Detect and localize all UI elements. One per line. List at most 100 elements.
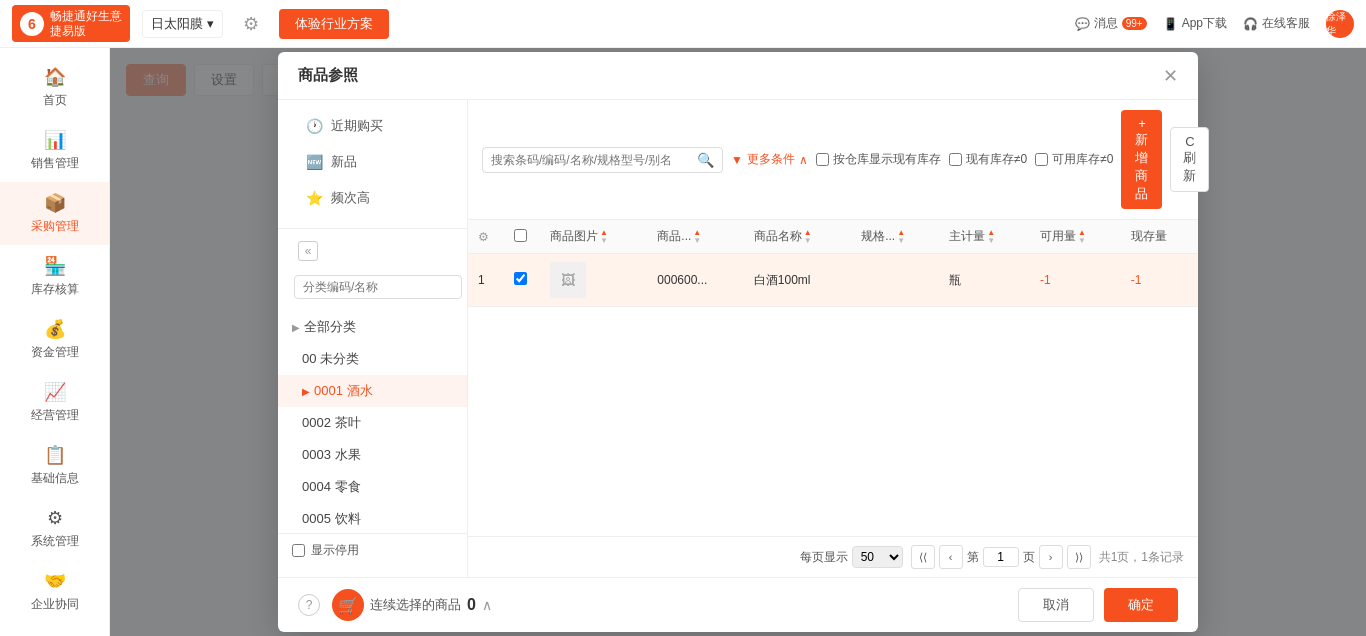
product-search-input[interactable] [491,153,691,167]
cta-button[interactable]: 体验行业方案 [279,9,389,39]
row-index: 1 [468,254,504,307]
modal-search-bar: 🔍 ▼ 更多条件 ∧ 按仓库显示现有库存 [468,100,1198,220]
table-row[interactable]: 1 🖼 000600... 白酒100ml [468,254,1198,307]
sort-img[interactable]: 商品图片 ▲▼ [550,228,608,245]
chevron-up-icon: ∧ [799,153,808,167]
cat-fruit[interactable]: 0003 水果 [278,439,467,471]
company-dropdown[interactable]: 日太阳膜 ▾ [142,10,223,38]
sales-icon: 📊 [44,129,66,151]
main-layout: 🏠 首页 📊 销售管理 📦 采购管理 🏪 库存核算 💰 资金管理 📈 经营管理 … [0,48,1366,636]
modal-close-button[interactable]: ✕ [1163,67,1178,85]
current-stock-checkbox[interactable] [949,153,962,166]
home-icon: 🏠 [44,66,66,88]
refresh-button[interactable]: C 刷新 [1170,127,1209,192]
sort-unit[interactable]: 主计量 ▲▼ [949,228,995,245]
cancel-button[interactable]: 取消 [1018,588,1094,622]
warehouse-stock-checkbox[interactable] [816,153,829,166]
sort-available[interactable]: 可用量 ▲▼ [1040,228,1086,245]
app-download-button[interactable]: 📱 App下载 [1163,15,1227,32]
sidebar-item-cooperation[interactable]: 🤝 企业协同 [0,560,109,623]
sidebar-item-basic-info[interactable]: 📋 基础信息 [0,434,109,497]
logo-icon: 6 [20,12,44,36]
new-products-nav[interactable]: 🆕 新品 [294,146,451,178]
next-page-btn[interactable]: › [1039,545,1063,569]
basic-icon: 📋 [44,444,66,466]
cat-drink[interactable]: 0005 饮料 [278,503,467,533]
sidebar-item-inventory[interactable]: 🏪 库存核算 [0,245,109,308]
show-disabled-section: 显示停用 [278,533,467,567]
collapse-panel-btn[interactable]: « [298,241,318,261]
select-all-checkbox[interactable] [514,229,527,242]
page-size-dropdown[interactable]: 50 20 100 [852,546,903,568]
footer-collapse-btn[interactable]: ∧ [482,597,492,613]
sidebar-item-home[interactable]: 🏠 首页 [0,56,109,119]
row-checkbox[interactable] [514,272,527,285]
product-stock: -1 [1121,254,1198,307]
add-product-button[interactable]: + 新增商品 [1121,110,1162,209]
modal-title: 商品参照 [298,66,358,85]
modal-pagination: 每页显示 50 20 100 ⟨⟨ ‹ 第 [468,536,1198,577]
more-filter-button[interactable]: ▼ 更多条件 ∧ [731,151,808,168]
product-name: 白酒100ml [744,254,851,307]
settings-icon[interactable]: ⚙ [235,8,267,40]
sort-code[interactable]: 商品... ▲▼ [657,228,701,245]
new-icon: 🆕 [306,154,323,170]
sort-spec[interactable]: 规格... ▲▼ [861,228,905,245]
col-img: 商品图片 ▲▼ [540,220,647,254]
cat-snack[interactable]: 0004 零食 [278,471,467,503]
recent-purchase-nav[interactable]: 🕐 近期购买 [294,110,451,142]
warehouse-stock-filter: 按仓库显示现有库存 [816,151,941,168]
messages-button[interactable]: 💬 消息 99+ [1075,15,1147,32]
frequent-nav[interactable]: ⭐ 频次高 [294,182,451,214]
table-settings-icon[interactable]: ⚙ [478,230,489,244]
page-number-input[interactable]: 1 [983,547,1019,567]
help-button[interactable]: ? [298,594,320,616]
sidebar-item-finance[interactable]: 💰 资金管理 [0,308,109,371]
sidebar-item-purchase[interactable]: 📦 采购管理 [0,182,109,245]
confirm-button[interactable]: 确定 [1104,588,1178,622]
show-disabled-label[interactable]: 显示停用 [311,542,359,559]
sort-arrows-img: ▲▼ [600,229,608,245]
logo[interactable]: 6 畅捷通好生意 捷易版 [12,5,130,42]
cat-uncategorized[interactable]: 00 未分类 [278,343,467,375]
prev-page-btn[interactable]: ‹ [939,545,963,569]
phone-icon: 📱 [1163,17,1178,31]
sort-name[interactable]: 商品名称 ▲▼ [754,228,812,245]
cat-all[interactable]: ▶ 全部分类 [278,311,467,343]
search-input-wrap: 🔍 [482,147,723,173]
coop-icon: 🤝 [44,570,66,592]
last-page-btn[interactable]: ⟩⟩ [1067,545,1091,569]
cart-section: 🛒 连续选择的商品 0 ∧ [332,589,492,621]
current-stock-filter: 现有库存≠0 [949,151,1027,168]
col-spec: 规格... ▲▼ [851,220,939,254]
navbar: 6 畅捷通好生意 捷易版 日太阳膜 ▾ ⚙ 体验行业方案 💬 消息 99+ 📱 … [0,0,1366,48]
image-placeholder-icon: 🖼 [561,272,575,288]
cat-arrow-all: ▶ [292,322,300,333]
online-service-button[interactable]: 🎧 在线客服 [1243,15,1310,32]
show-disabled-checkbox[interactable] [292,544,305,557]
user-menu[interactable]: 徐泽华 [1326,10,1354,38]
quick-nav: 🕐 近期购买 🆕 新品 ⭐ 频次高 [278,110,467,222]
sidebar-item-sales[interactable]: 📊 销售管理 [0,119,109,182]
available-stock-checkbox[interactable] [1035,153,1048,166]
sidebar-item-management[interactable]: 📈 经营管理 [0,371,109,434]
search-icon-button[interactable]: 🔍 [697,152,714,168]
chevron-down-icon: ▾ [207,16,214,31]
product-image: 🖼 [550,262,586,298]
modal-footer: ? 🛒 连续选择的商品 0 ∧ 取消 确定 [278,577,1198,632]
product-available: -1 [1030,254,1121,307]
page-navigation: ⟨⟨ ‹ 第 1 页 › ⟩⟩ [911,545,1091,569]
cat-tea[interactable]: 0002 茶叶 [278,407,467,439]
purchase-icon: 📦 [44,192,66,214]
col-available: 可用量 ▲▼ [1030,220,1121,254]
category-search-input[interactable] [294,275,462,299]
cat-liquor[interactable]: ▶ 0001 酒水 [278,375,467,407]
sidebar-item-guide[interactable]: 📖 新手引导 [0,623,109,636]
divider [278,228,467,229]
modal-search-right: + 新增商品 C 刷新 [1121,110,1209,209]
modal-header: 商品参照 ✕ [278,52,1198,100]
sidebar-item-system[interactable]: ⚙ 系统管理 [0,497,109,560]
product-unit: 瓶 [939,254,1030,307]
product-spec [851,254,939,307]
first-page-btn[interactable]: ⟨⟨ [911,545,935,569]
